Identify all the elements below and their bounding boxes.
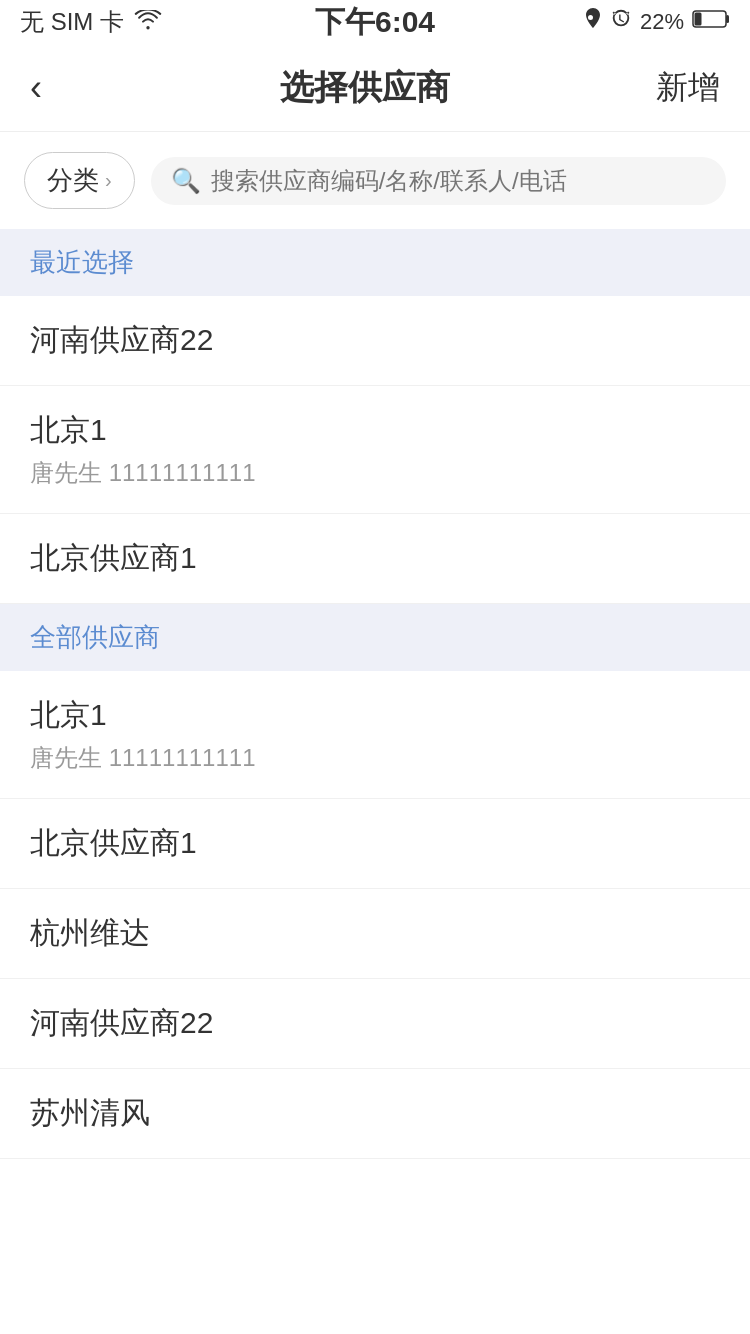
item-name: 苏州清风: [30, 1093, 720, 1134]
alarm-icon: [610, 8, 632, 36]
item-name: 北京1: [30, 410, 720, 451]
search-input[interactable]: [211, 167, 706, 195]
sections-container: 最近选择河南供应商22 北京1 唐先生 11111111111 北京供应商1 全部供应商…: [0, 229, 750, 1159]
list-item[interactable]: 北京1 唐先生 11111111111: [0, 386, 750, 514]
add-button[interactable]: 新增: [640, 66, 720, 110]
section-header-recent: 最近选择: [0, 229, 750, 296]
nav-bar: ‹ 选择供应商 新增: [0, 44, 750, 132]
carrier-text: 无 SIM 卡: [20, 6, 124, 38]
status-left: 无 SIM 卡: [20, 6, 162, 38]
battery-icon: [692, 9, 730, 35]
item-name: 北京1: [30, 695, 720, 736]
list-item[interactable]: 河南供应商22: [0, 979, 750, 1069]
chevron-right-icon: ›: [105, 169, 112, 192]
location-icon: [584, 8, 602, 36]
section-header-all: 全部供应商: [0, 604, 750, 671]
status-bar: 无 SIM 卡 下午6:04 22%: [0, 0, 750, 44]
battery-text: 22%: [640, 9, 684, 35]
status-time: 下午6:04: [315, 2, 435, 43]
search-icon: 🔍: [171, 167, 201, 195]
list-item[interactable]: 河南供应商22: [0, 296, 750, 386]
back-button[interactable]: ‹: [30, 67, 90, 109]
svg-rect-2: [726, 15, 729, 23]
item-name: 北京供应商1: [30, 538, 720, 579]
item-name: 河南供应商22: [30, 320, 720, 361]
search-filter-bar: 分类 › 🔍: [0, 132, 750, 229]
wifi-icon: [134, 8, 162, 36]
list-item[interactable]: 北京供应商1: [0, 514, 750, 604]
list-item[interactable]: 北京供应商1: [0, 799, 750, 889]
status-right: 22%: [584, 8, 730, 36]
list-item[interactable]: 杭州维达: [0, 889, 750, 979]
page-title: 选择供应商: [90, 65, 640, 111]
list-item[interactable]: 北京1 唐先生 11111111111: [0, 671, 750, 799]
item-sub: 唐先生 11111111111: [30, 742, 720, 774]
search-input-wrap: 🔍: [151, 157, 726, 205]
category-label: 分类: [47, 163, 99, 198]
item-name: 杭州维达: [30, 913, 720, 954]
svg-rect-1: [695, 13, 702, 26]
category-filter-button[interactable]: 分类 ›: [24, 152, 135, 209]
list-item[interactable]: 苏州清风: [0, 1069, 750, 1159]
item-sub: 唐先生 11111111111: [30, 457, 720, 489]
item-name: 河南供应商22: [30, 1003, 720, 1044]
item-name: 北京供应商1: [30, 823, 720, 864]
